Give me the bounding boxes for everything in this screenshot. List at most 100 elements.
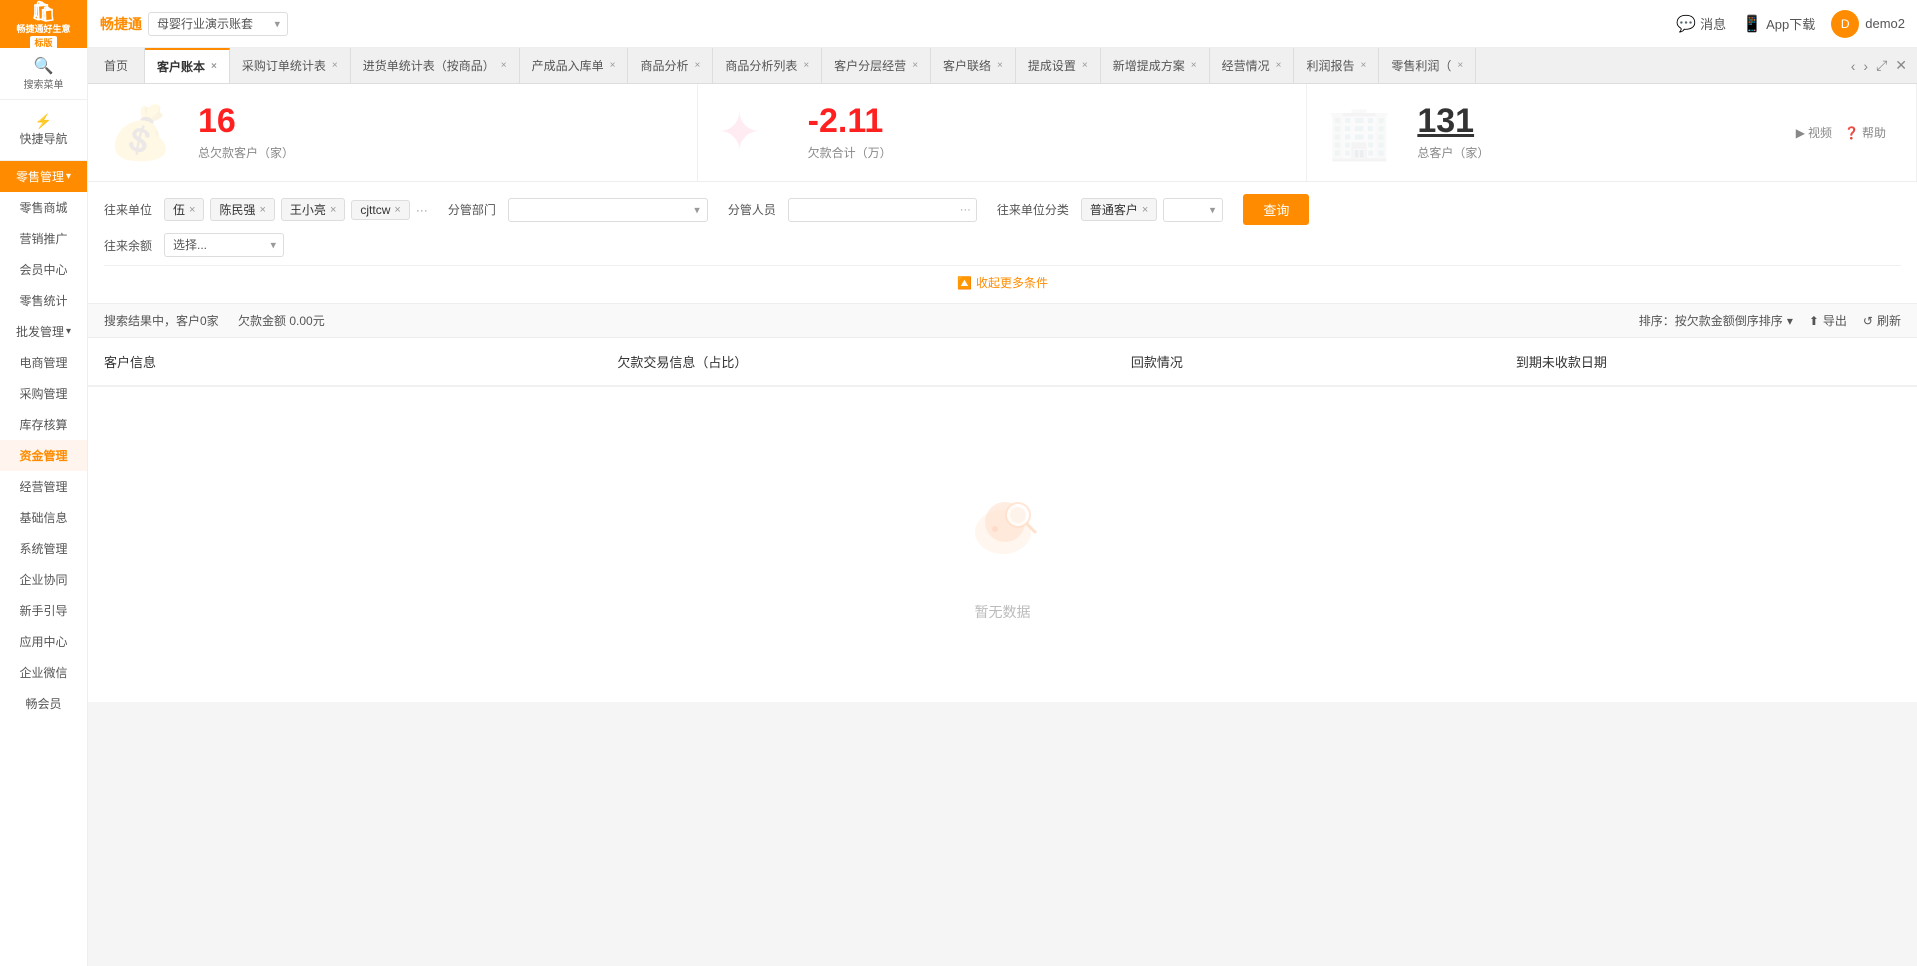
tab-prev-icon[interactable]: ‹ [1849, 56, 1858, 76]
topbar-right: 💬 消息 📱 App下载 D demo2 [1676, 10, 1905, 38]
export-button[interactable]: ⬆ 导出 [1809, 312, 1847, 329]
filter-dept-select[interactable] [508, 198, 708, 222]
filter-tag-normal-customer: 普通客户 × [1081, 198, 1157, 221]
refresh-label: 刷新 [1877, 312, 1901, 329]
sidebar-item-newbie-guide[interactable]: 新手引导 [0, 595, 87, 626]
sidebar-item-quick-nav[interactable]: ⚡ 快捷导航 [0, 106, 87, 154]
tab-produce-inbound[interactable]: 产成品入库单 × [520, 48, 629, 84]
sidebar-enterprise-collab-label: 企业协同 [4, 571, 83, 588]
tab-product-analysis-list-close[interactable]: × [803, 60, 809, 71]
filter-tag-chen-close[interactable]: × [259, 204, 265, 216]
filter-person-input[interactable] [788, 198, 977, 222]
stat-debt-customers-label: 总欠款客户（家） [198, 144, 294, 161]
tab-inbound-stats-close[interactable]: × [501, 60, 507, 71]
sidebar-retail-stats-label: 零售统计 [4, 292, 83, 309]
sidebar-item-retail-mgmt[interactable]: 零售管理▾ [0, 161, 87, 192]
tab-next-icon[interactable]: › [1861, 56, 1870, 76]
help-button[interactable]: ❓ 帮助 [1844, 124, 1886, 141]
stat-debt-amount-label: 欠款合计（万） [808, 144, 892, 161]
tab-new-remind-plan-close[interactable]: × [1191, 60, 1197, 71]
filter-unit-type-select[interactable] [1163, 198, 1223, 222]
sidebar-retail-mall-label: 零售商城 [4, 199, 83, 216]
sidebar-item-enterprise-collab[interactable]: 企业协同 [0, 564, 87, 595]
tab-operation-status-close[interactable]: × [1276, 60, 1282, 71]
sidebar-item-vip-member[interactable]: 畅会员 [0, 688, 87, 719]
tab-product-analysis-label: 商品分析 [640, 57, 688, 74]
tab-inbound-stats[interactable]: 进货单统计表（按商品） × [351, 48, 520, 84]
sidebar-item-operations-mgmt[interactable]: 经营管理 [0, 471, 87, 502]
sidebar-app-center-label: 应用中心 [4, 633, 83, 650]
sidebar-quick-nav-label: 快捷导航 [4, 130, 83, 147]
sidebar-item-retail-mall[interactable]: 零售商城 [0, 192, 87, 223]
sidebar-purchase-mgmt-label: 采购管理 [4, 385, 83, 402]
sidebar-item-member-center[interactable]: 会员中心 [0, 254, 87, 285]
tab-customer-tier[interactable]: 客户分层经营 × [822, 48, 931, 84]
video-button[interactable]: ▶ 视频 [1796, 124, 1832, 141]
sidebar-item-ecom-mgmt[interactable]: 电商管理 [0, 347, 87, 378]
sidebar-item-inventory[interactable]: 库存核算 [0, 409, 87, 440]
tab-profit-report-close[interactable]: × [1360, 60, 1366, 71]
filter-unit-type-wrapper[interactable] [1163, 198, 1223, 222]
tab-customer-account-close[interactable]: × [211, 61, 217, 72]
filter-tag-normal-customer-close[interactable]: × [1142, 204, 1148, 216]
sidebar-item-purchase-mgmt[interactable]: 采购管理 [0, 378, 87, 409]
filter-dept-wrapper[interactable] [508, 198, 708, 222]
sort-select[interactable]: 排序：按欠款金额倒序排序 ▾ [1639, 312, 1793, 329]
tab-product-analysis[interactable]: 商品分析 × [628, 48, 713, 84]
tab-remind-settings-close[interactable]: × [1082, 60, 1088, 71]
tab-customer-account[interactable]: 客户账本 × [145, 48, 230, 84]
tab-customer-contact-close[interactable]: × [997, 60, 1003, 71]
results-actions: 排序：按欠款金额倒序排序 ▾ ⬆ 导出 ↺ 刷新 [1639, 312, 1901, 329]
sidebar-basic-info-label: 基础信息 [4, 509, 83, 526]
sidebar-item-app-center[interactable]: 应用中心 [0, 626, 87, 657]
tab-customer-account-label: 客户账本 [157, 58, 205, 75]
tab-purchase-order-stats[interactable]: 采购订单统计表 × [230, 48, 351, 84]
sidebar-item-enterprise-wechat[interactable]: 企业微信 [0, 657, 87, 688]
tab-remind-settings[interactable]: 提成设置 × [1016, 48, 1101, 84]
tab-customer-tier-close[interactable]: × [912, 60, 918, 71]
tab-fullscreen-icon[interactable]: ⤢ [1874, 55, 1889, 76]
results-summary: 搜索结果中，客户0家 [104, 314, 219, 328]
user-menu[interactable]: D demo2 [1831, 10, 1905, 38]
collapse-button[interactable]: 🔼 收起更多条件 [957, 274, 1048, 291]
tab-retail-profit[interactable]: 零售利润（ × [1379, 48, 1476, 84]
tab-product-analysis-close[interactable]: × [694, 60, 700, 71]
sidebar-item-fund-mgmt[interactable]: 资金管理 [0, 440, 87, 471]
message-button[interactable]: 💬 消息 [1676, 14, 1726, 34]
tab-purchase-order-stats-close[interactable]: × [332, 60, 338, 71]
tab-profit-report[interactable]: 利润报告 × [1294, 48, 1379, 84]
filter-tag-cjttcw-close[interactable]: × [394, 204, 400, 216]
filter-person-wrapper[interactable] [788, 198, 977, 222]
filter-tag-wu: 伍 × [164, 198, 204, 221]
tab-retail-profit-close[interactable]: × [1457, 60, 1463, 71]
tab-produce-inbound-close[interactable]: × [610, 60, 616, 71]
version-selector-wrapper[interactable]: 母婴行业演示账套 [148, 12, 288, 36]
sidebar-item-retail-stats[interactable]: 零售统计 [0, 285, 87, 316]
app-download-button[interactable]: 📱 App下载 [1742, 14, 1815, 34]
sidebar-item-sys-mgmt[interactable]: 系统管理 [0, 533, 87, 564]
tab-home[interactable]: 首页 [88, 48, 145, 84]
filter-more-tags[interactable]: ··· [416, 203, 428, 217]
sidebar-operations-mgmt-label: 经营管理 [4, 478, 83, 495]
tab-close-all-icon[interactable]: ✕ [1893, 55, 1909, 76]
tab-product-analysis-list[interactable]: 商品分析列表 × [713, 48, 822, 84]
sidebar-search[interactable]: 🔍 搜索菜单 [0, 48, 87, 100]
tab-customer-contact[interactable]: 客户联络 × [931, 48, 1016, 84]
filter-tag-wang-close[interactable]: × [330, 204, 336, 216]
refresh-button[interactable]: ↺ 刷新 [1863, 312, 1901, 329]
filter-balance-select[interactable]: 选择... [164, 233, 284, 257]
tab-operation-status[interactable]: 经营情况 × [1210, 48, 1295, 84]
stat-total-customers-value: 131 [1417, 104, 1489, 138]
sidebar-item-marketing[interactable]: 营销推广 [0, 223, 87, 254]
version-selector[interactable]: 母婴行业演示账套 [148, 12, 288, 36]
query-button[interactable]: 查询 [1243, 194, 1309, 225]
sidebar-item-basic-info[interactable]: 基础信息 [0, 502, 87, 533]
tab-new-remind-plan[interactable]: 新增提成方案 × [1101, 48, 1210, 84]
filter-balance-wrapper[interactable]: 选择... [164, 233, 284, 257]
filter-tag-wu-close[interactable]: × [189, 204, 195, 216]
sidebar-item-batch-mgmt[interactable]: 批发管理 [0, 316, 87, 347]
tabbar: 首页 客户账本 × 采购订单统计表 × 进货单统计表（按商品） × 产成品入库单… [88, 48, 1917, 84]
results-bar: 搜索结果中，客户0家 欠款金额 0.00元 排序：按欠款金额倒序排序 ▾ ⬆ 导… [88, 304, 1917, 338]
sort-label: 排序：按欠款金额倒序排序 [1639, 312, 1783, 329]
stat-debt-amount-value: -2.11 [808, 104, 892, 138]
